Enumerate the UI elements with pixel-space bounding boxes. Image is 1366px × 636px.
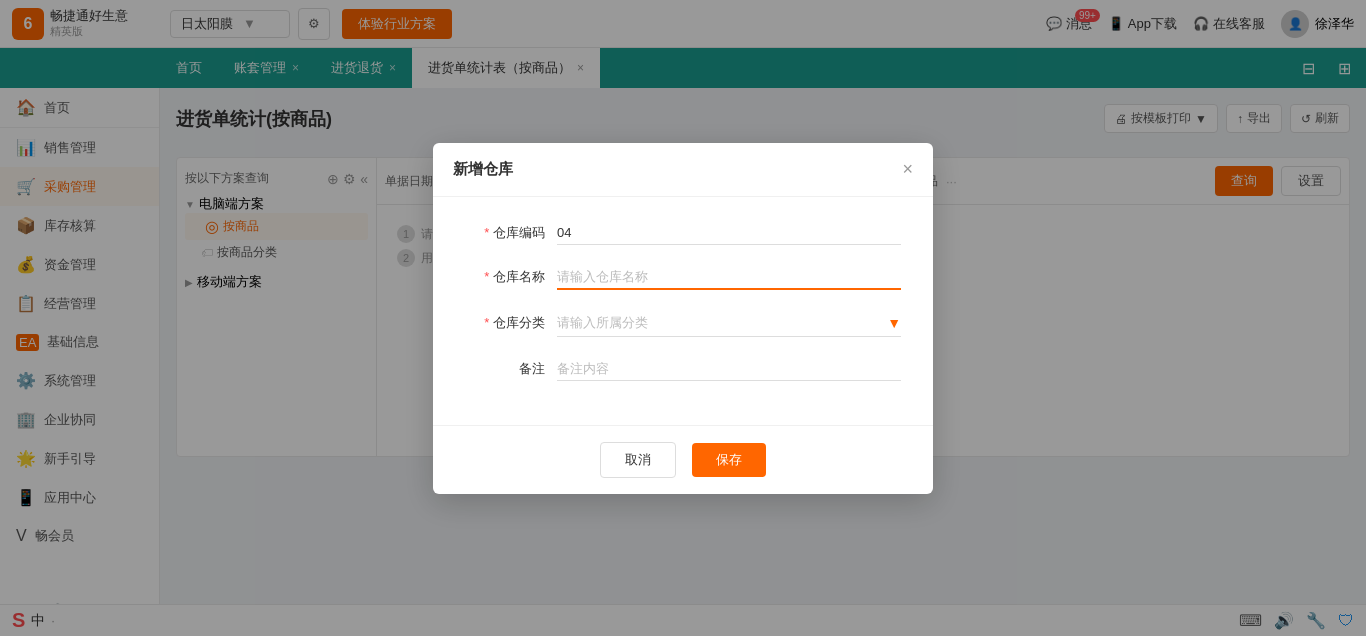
modal-body: * 仓库编码 * 仓库名称 * 仓库分类 请输入所属 (433, 197, 933, 425)
code-row: * 仓库编码 (465, 221, 901, 245)
modal-header: 新增仓库 × (433, 143, 933, 197)
name-label: * 仓库名称 (465, 268, 545, 286)
modal-close-btn[interactable]: × (902, 159, 913, 180)
cancel-button[interactable]: 取消 (600, 442, 676, 478)
note-input[interactable] (557, 357, 901, 381)
category-label: * 仓库分类 (465, 314, 545, 332)
category-select[interactable]: 请输入所属分类 ▼ (557, 310, 901, 337)
name-row: * 仓库名称 (465, 265, 901, 290)
category-required: * (484, 315, 489, 330)
category-row: * 仓库分类 请输入所属分类 ▼ (465, 310, 901, 337)
name-input[interactable] (557, 265, 901, 290)
code-input[interactable] (557, 221, 901, 245)
category-dropdown-arrow: ▼ (887, 315, 901, 331)
add-warehouse-modal: 新增仓库 × * 仓库编码 * 仓库名称 (433, 143, 933, 494)
code-label: * 仓库编码 (465, 224, 545, 242)
name-required: * (484, 269, 489, 284)
modal-footer: 取消 保存 (433, 425, 933, 494)
code-required: * (484, 225, 489, 240)
save-button[interactable]: 保存 (692, 443, 766, 477)
modal-title: 新增仓库 (453, 160, 513, 179)
note-label: 备注 (465, 360, 545, 378)
category-placeholder: 请输入所属分类 (557, 314, 648, 332)
modal-overlay[interactable]: 新增仓库 × * 仓库编码 * 仓库名称 (0, 0, 1366, 636)
note-row: 备注 (465, 357, 901, 381)
